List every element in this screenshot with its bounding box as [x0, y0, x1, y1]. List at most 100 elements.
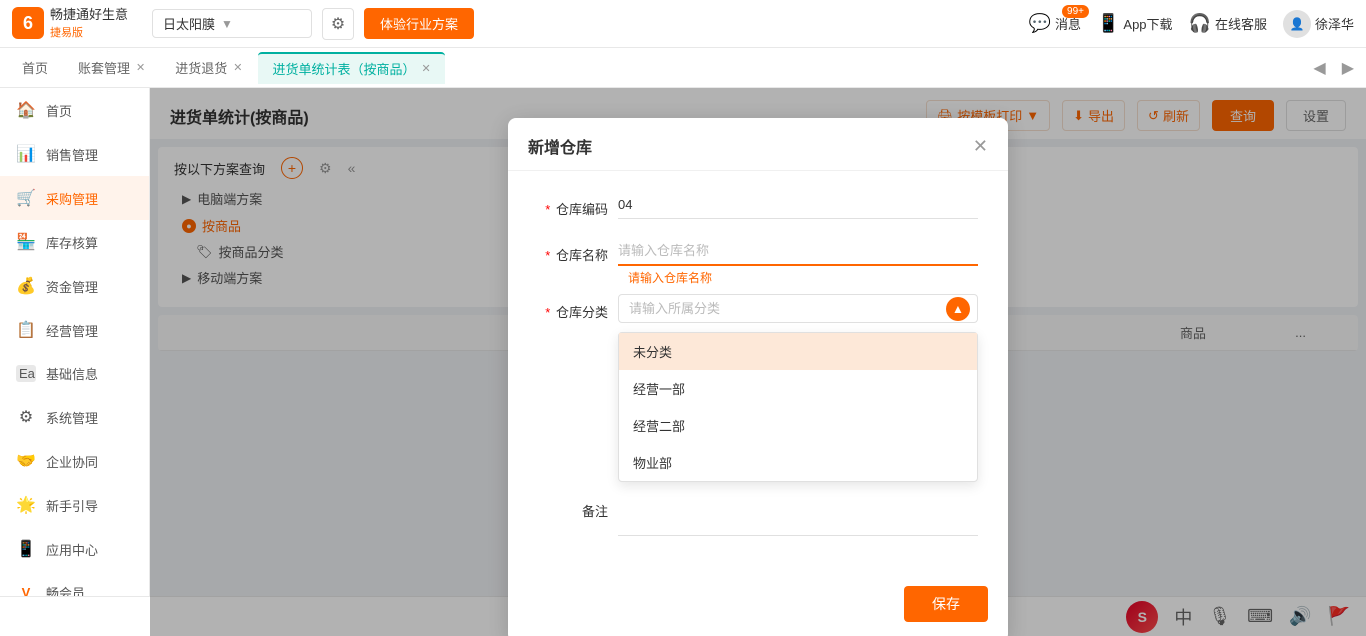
category-input[interactable] — [618, 294, 978, 323]
home-icon: 🏠 — [16, 100, 36, 120]
modal-footer: 保存 — [508, 574, 1008, 636]
modal-body: * 仓库编码 * 仓库名称 请输入仓库名称 — [508, 171, 1008, 574]
headset-icon: 🎧 — [1189, 13, 1211, 34]
header-right: 💬 99+ 消息 📱 App下载 🎧 在线客服 👤 徐泽华 — [1029, 10, 1354, 38]
app-download-label: App下载 — [1123, 14, 1172, 33]
chevron-down-icon: ▼ — [221, 17, 233, 31]
tab-purchase-stats-label: 进货单统计表（按商品） — [272, 59, 415, 78]
tab-purchase-stats[interactable]: 进货单统计表（按商品） ✕ — [258, 52, 444, 84]
tab-next-icon[interactable]: ▶ — [1338, 54, 1358, 82]
logo-text-block: 畅捷通好生意 捷易版 — [50, 7, 128, 40]
tab-nav-right: ◀ ▶ — [1309, 54, 1358, 82]
tab-home[interactable]: 首页 — [8, 52, 62, 84]
required-star-name: * — [545, 248, 550, 263]
name-label: * 仓库名称 — [538, 237, 618, 264]
warehouse-name-input[interactable] — [618, 237, 978, 266]
tab-purchase-returns-label: 进货退货 — [175, 58, 227, 77]
sidebar-item-system-label: 系统管理 — [46, 408, 98, 427]
category-label: * 仓库分类 — [538, 294, 618, 321]
sidebar-item-apps[interactable]: 📱 应用中心 — [0, 527, 149, 571]
modal-title: 新增仓库 — [528, 134, 592, 158]
dropdown-item-dept1[interactable]: 经营一部 — [619, 370, 977, 407]
logo-icon: 6 — [12, 7, 44, 39]
close-icon[interactable]: ✕ — [422, 62, 431, 75]
app-sub: 捷易版 — [50, 24, 128, 40]
dropdown-item-property[interactable]: 物业部 — [619, 444, 977, 481]
sidebar-item-guide[interactable]: 🌟 新手引导 — [0, 483, 149, 527]
tab-home-label: 首页 — [22, 58, 48, 77]
name-error-message: 请输入仓库名称 — [628, 269, 712, 286]
app-download-button[interactable]: 📱 App下载 — [1097, 13, 1173, 34]
sidebar-item-sales-label: 销售管理 — [46, 145, 98, 164]
settings-button[interactable]: ⚙ — [322, 8, 354, 40]
add-warehouse-dialog: 新增仓库 ✕ * 仓库编码 * — [508, 118, 1008, 636]
enterprise-icon: 🤝 — [16, 451, 36, 471]
sidebar-item-purchase-label: 采购管理 — [46, 189, 98, 208]
category-dropdown-list: 未分类 经营一部 经营二部 物业部 — [618, 332, 978, 482]
sidebar-item-inventory[interactable]: 🏪 库存核算 — [0, 220, 149, 264]
remark-input[interactable] — [618, 493, 978, 536]
required-star-code: * — [545, 202, 550, 217]
trial-button[interactable]: 体验行业方案 — [364, 8, 474, 39]
category-label-text: 仓库分类 — [556, 305, 608, 320]
form-row-name: * 仓库名称 请输入仓库名称 — [538, 237, 978, 266]
inventory-icon: 🏪 — [16, 232, 36, 252]
store-name: 日太阳膜 — [163, 14, 215, 33]
close-icon[interactable]: ✕ — [233, 61, 242, 74]
online-service-button[interactable]: 🎧 在线客服 — [1189, 13, 1267, 34]
modal-header: 新增仓库 ✕ — [508, 118, 1008, 171]
close-icon[interactable]: ✕ — [136, 61, 145, 74]
store-selector[interactable]: 日太阳膜 ▼ — [152, 9, 312, 38]
tab-accounts-label: 账套管理 — [78, 58, 130, 77]
avatar: 👤 — [1283, 10, 1311, 38]
sidebar-item-finance[interactable]: 💰 资金管理 — [0, 264, 149, 308]
sidebar-item-home[interactable]: 🏠 首页 — [0, 88, 149, 132]
sidebar-item-basic-info[interactable]: Ea 基础信息 — [0, 352, 149, 395]
tab-purchase-returns[interactable]: 进货退货 ✕ — [161, 52, 256, 84]
sidebar-item-home-label: 首页 — [46, 101, 72, 120]
online-service-label: 在线客服 — [1215, 14, 1267, 33]
tab-bar: 首页 账套管理 ✕ 进货退货 ✕ 进货单统计表（按商品） ✕ ◀ ▶ — [0, 48, 1366, 88]
sidebar-item-system[interactable]: ⚙ 系统管理 — [0, 395, 149, 439]
sidebar-item-apps-label: 应用中心 — [46, 540, 98, 559]
dropdown-item-dept2[interactable]: 经营二部 — [619, 407, 977, 444]
modal-close-button[interactable]: ✕ — [973, 137, 988, 155]
sidebar-item-enterprise-label: 企业协同 — [46, 452, 98, 471]
sidebar-item-operations-label: 经营管理 — [46, 321, 98, 340]
sidebar-item-guide-label: 新手引导 — [46, 496, 98, 515]
operations-icon: 📋 — [16, 320, 36, 340]
sidebar-item-enterprise[interactable]: 🤝 企业协同 — [0, 439, 149, 483]
sales-icon: 📊 — [16, 144, 36, 164]
purchase-icon: 🛒 — [16, 188, 36, 208]
form-row-remark: 备注 — [538, 493, 978, 536]
download-icon: 📱 — [1097, 13, 1119, 34]
save-button[interactable]: 保存 — [904, 586, 988, 622]
logo-area: 6 畅捷通好生意 捷易版 — [12, 7, 142, 40]
sidebar-item-purchase[interactable]: 🛒 采购管理 — [0, 176, 149, 220]
top-header: 6 畅捷通好生意 捷易版 日太阳膜 ▼ ⚙ 体验行业方案 💬 99+ 消息 📱 … — [0, 0, 1366, 48]
dropdown-arrow-icon[interactable]: ▲ — [946, 297, 970, 321]
tab-prev-icon[interactable]: ◀ — [1309, 54, 1329, 82]
warehouse-code-input[interactable] — [618, 191, 978, 219]
content-area: 进货单统计(按商品) 🖨 按模板打印 ▼ ⬇ 导出 ↺ 刷新 查询 设置 — [150, 88, 1366, 636]
name-label-text: 仓库名称 — [556, 248, 608, 263]
message-badge: 99+ — [1062, 5, 1089, 18]
tab-accounts[interactable]: 账套管理 ✕ — [64, 52, 159, 84]
main-layout: 🏠 首页 📊 销售管理 🛒 采购管理 🏪 库存核算 💰 资金管理 📋 经营管理 … — [0, 88, 1366, 636]
sidebar-item-finance-label: 资金管理 — [46, 277, 98, 296]
dropdown-item-unclassified[interactable]: 未分类 — [619, 333, 977, 370]
remark-label: 备注 — [538, 493, 618, 520]
guide-icon: 🌟 — [16, 495, 36, 515]
sidebar-item-operations[interactable]: 📋 经营管理 — [0, 308, 149, 352]
code-label: * 仓库编码 — [538, 191, 618, 218]
sidebar-item-sales[interactable]: 📊 销售管理 — [0, 132, 149, 176]
app-name: 畅捷通好生意 — [50, 7, 128, 24]
sidebar-item-inventory-label: 库存核算 — [46, 233, 98, 252]
user-profile-button[interactable]: 👤 徐泽华 — [1283, 10, 1354, 38]
messages-button[interactable]: 💬 99+ 消息 — [1029, 13, 1081, 34]
basic-info-icon: Ea — [16, 365, 36, 382]
category-dropdown-wrap: ▲ 未分类 经营一部 经营二部 物业部 — [618, 294, 978, 323]
modal-overlay: 新增仓库 ✕ * 仓库编码 * — [150, 88, 1366, 636]
sidebar: 🏠 首页 📊 销售管理 🛒 采购管理 🏪 库存核算 💰 资金管理 📋 经营管理 … — [0, 88, 150, 636]
finance-icon: 💰 — [16, 276, 36, 296]
